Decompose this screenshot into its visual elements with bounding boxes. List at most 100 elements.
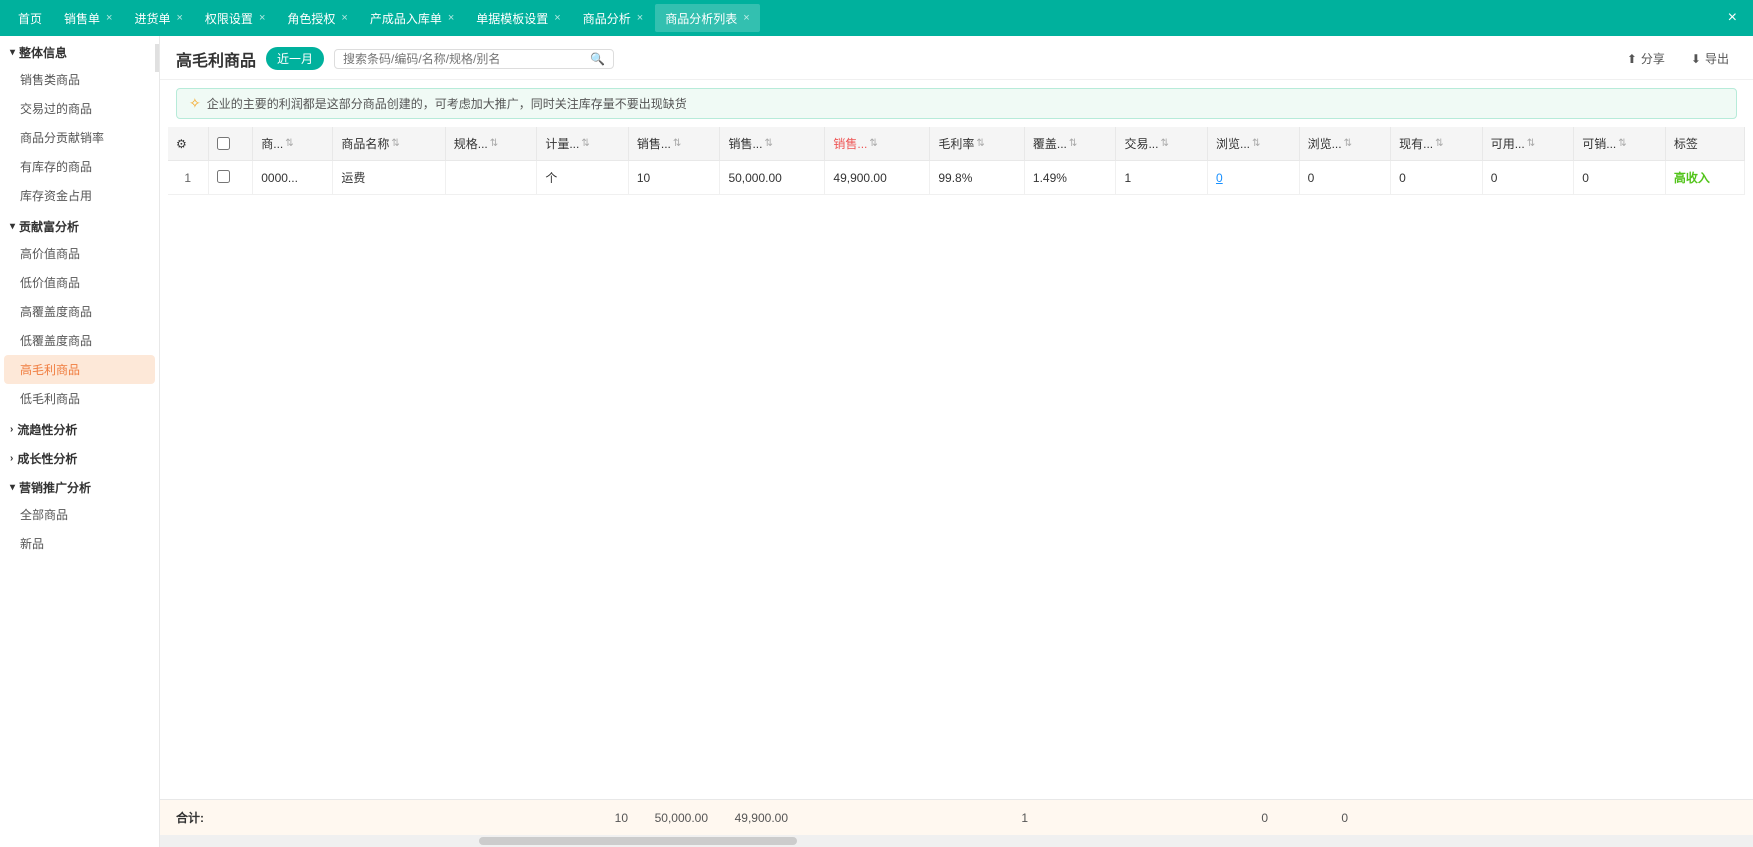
search-icon[interactable]: 🔍 xyxy=(590,52,605,66)
footer-spacer1 xyxy=(236,811,556,825)
sidebar-item-low-margin[interactable]: 低毛利商品 xyxy=(0,384,159,413)
arrow-icon: ▾ xyxy=(10,47,15,58)
sidebar: « ▾ 整体信息 销售类商品 交易过的商品 商品分贡献销率 有库存的商品 库存资… xyxy=(0,36,160,847)
export-button[interactable]: ⬇ 导出 xyxy=(1683,46,1737,71)
col-available-stock[interactable]: 可用...⇅ xyxy=(1482,127,1574,161)
footer-sales-qty: 10 xyxy=(556,811,636,825)
sidebar-item-sales-goods[interactable]: 销售类商品 xyxy=(0,65,159,94)
sort-icon-transaction: ⇅ xyxy=(1160,138,1168,149)
nav-close-all[interactable]: × xyxy=(1720,9,1745,27)
sidebar-group-marketing[interactable]: ▾ 营销推广分析 xyxy=(0,471,159,500)
share-button[interactable]: ⬆ 分享 xyxy=(1619,46,1673,71)
cell-transaction: 1 xyxy=(1116,161,1208,195)
footer-cells: 10 50,000.00 49,900.00 1 0 0 xyxy=(236,811,1737,825)
content-area: 高毛利商品 近一月 🔍 ⬆ 分享 ⬇ 导出 ✧ 企业的主要的利润都是这部分商品创… xyxy=(160,36,1753,847)
nav-close-template[interactable]: × xyxy=(554,12,560,24)
scrollbar-thumb[interactable] xyxy=(479,837,798,845)
page-title: 高毛利商品 xyxy=(176,47,256,71)
sidebar-group-contribution[interactable]: ▾ 贡献富分析 xyxy=(0,210,159,239)
nav-finished-goods[interactable]: 产成品入库单 × xyxy=(360,4,464,32)
col-name[interactable]: 商品名称⇅ xyxy=(333,127,445,161)
nav-analysis-list[interactable]: 商品分析列表 × xyxy=(655,4,759,32)
sort-icon-coverage: ⇅ xyxy=(1069,138,1077,149)
sidebar-toggle[interactable]: « xyxy=(155,44,160,72)
sidebar-group-trend[interactable]: › 流趋性分析 xyxy=(0,413,159,442)
sidebar-item-low-value[interactable]: 低价值商品 xyxy=(0,268,159,297)
cell-code: 0000... xyxy=(253,161,333,195)
sidebar-item-in-stock-goods[interactable]: 有库存的商品 xyxy=(0,152,159,181)
sort-icon-cost: ⇅ xyxy=(869,138,877,149)
nav-close-product-analysis[interactable]: × xyxy=(637,12,643,24)
row-checkbox[interactable] xyxy=(217,170,230,183)
col-transaction[interactable]: 交易...⇅ xyxy=(1116,127,1208,161)
nav-purchase-order[interactable]: 进货单 × xyxy=(124,4,192,32)
sort-icon-amount: ⇅ xyxy=(764,138,772,149)
col-spec[interactable]: 规格...⇅ xyxy=(445,127,537,161)
sidebar-item-high-margin[interactable]: 高毛利商品 xyxy=(4,355,155,384)
footer-sales-amount: 50,000.00 xyxy=(636,811,716,825)
sort-icon-unit: ⇅ xyxy=(581,138,589,149)
top-nav: 首页 销售单 × 进货单 × 权限设置 × 角色授权 × 产成品入库单 × 单据… xyxy=(0,0,1753,36)
table-container[interactable]: ⚙ 商...⇅ 商品名称⇅ 规格...⇅ 计量...⇅ 销售...⇅ 销售...… xyxy=(160,127,1753,799)
nav-home[interactable]: 首页 xyxy=(8,4,52,32)
nav-close-analysis-list[interactable]: × xyxy=(743,12,749,24)
sidebar-item-all-goods[interactable]: 全部商品 xyxy=(0,500,159,529)
table-footer: 合计: 10 50,000.00 49,900.00 1 0 0 xyxy=(160,799,1753,835)
col-sales-qty[interactable]: 销售...⇅ xyxy=(628,127,720,161)
sidebar-item-high-coverage[interactable]: 高覆盖度商品 xyxy=(0,297,159,326)
cell-gross-margin: 99.8% xyxy=(930,161,1025,195)
sort-icon-saleable: ⇅ xyxy=(1618,138,1626,149)
search-box: 🔍 xyxy=(334,49,614,69)
cell-checkbox[interactable] xyxy=(208,161,253,195)
search-input[interactable] xyxy=(343,52,586,66)
footer-sales-cost: 49,900.00 xyxy=(716,811,796,825)
col-coverage[interactable]: 覆盖...⇅ xyxy=(1024,127,1116,161)
filter-recent-month[interactable]: 近一月 xyxy=(266,47,324,70)
arrow-icon-5: ▾ xyxy=(10,482,15,493)
nav-close-sales[interactable]: × xyxy=(106,12,112,24)
cell-browse1[interactable]: 0 xyxy=(1208,161,1300,195)
select-all-checkbox[interactable] xyxy=(217,137,230,150)
sidebar-group-overview[interactable]: ▾ 整体信息 xyxy=(0,36,159,65)
horizontal-scrollbar[interactable] xyxy=(160,835,1753,847)
col-saleable-stock[interactable]: 可销...⇅ xyxy=(1574,127,1666,161)
col-code[interactable]: 商...⇅ xyxy=(253,127,333,161)
sidebar-item-traded-goods[interactable]: 交易过的商品 xyxy=(0,94,159,123)
nav-product-analysis[interactable]: 商品分析 × xyxy=(573,4,653,32)
nav-close-purchase[interactable]: × xyxy=(176,12,182,24)
col-gross-margin[interactable]: 毛利率⇅ xyxy=(930,127,1025,161)
sidebar-item-high-value[interactable]: 高价值商品 xyxy=(0,239,159,268)
sidebar-item-contribution-rate[interactable]: 商品分贡献销率 xyxy=(0,123,159,152)
nav-close-finished[interactable]: × xyxy=(448,12,454,24)
footer-spacer5 xyxy=(1116,811,1196,825)
col-unit[interactable]: 计量...⇅ xyxy=(537,127,629,161)
cell-browse2: 0 xyxy=(1299,161,1391,195)
footer-spacer2 xyxy=(796,811,876,825)
nav-sales-order[interactable]: 销售单 × xyxy=(54,4,122,32)
cell-sales-cost: 49,900.00 xyxy=(825,161,930,195)
sidebar-item-inventory-capital[interactable]: 库存资金占用 xyxy=(0,181,159,210)
col-tag[interactable]: 标签 xyxy=(1665,127,1744,161)
sort-icon: ⇅ xyxy=(285,138,293,149)
sort-icon-browse1: ⇅ xyxy=(1252,138,1260,149)
nav-close-role[interactable]: × xyxy=(341,12,347,24)
share-icon: ⬆ xyxy=(1627,52,1637,66)
col-sales-cost[interactable]: 销售...⇅ xyxy=(825,127,930,161)
sidebar-group-growth[interactable]: › 成长性分析 xyxy=(0,442,159,471)
content-header: 高毛利商品 近一月 🔍 ⬆ 分享 ⬇ 导出 xyxy=(160,36,1753,80)
table-row: 1 0000... 运费 个 10 50,000.00 49,900.00 99… xyxy=(168,161,1745,195)
nav-close-permission[interactable]: × xyxy=(259,12,265,24)
data-table: ⚙ 商...⇅ 商品名称⇅ 规格...⇅ 计量...⇅ 销售...⇅ 销售...… xyxy=(168,127,1745,195)
col-checkbox[interactable] xyxy=(208,127,253,161)
col-current-stock[interactable]: 现有...⇅ xyxy=(1391,127,1483,161)
sort-icon-current: ⇅ xyxy=(1435,138,1443,149)
col-browse1[interactable]: 浏览...⇅ xyxy=(1208,127,1300,161)
nav-permission[interactable]: 权限设置 × xyxy=(195,4,275,32)
nav-role[interactable]: 角色授权 × xyxy=(277,4,357,32)
col-settings[interactable]: ⚙ xyxy=(168,127,208,161)
col-sales-amount[interactable]: 销售...⇅ xyxy=(720,127,825,161)
sidebar-item-new-goods[interactable]: 新品 xyxy=(0,529,159,558)
nav-template-settings[interactable]: 单据模板设置 × xyxy=(466,4,570,32)
sidebar-item-low-coverage[interactable]: 低覆盖度商品 xyxy=(0,326,159,355)
col-browse2[interactable]: 浏览...⇅ xyxy=(1299,127,1391,161)
